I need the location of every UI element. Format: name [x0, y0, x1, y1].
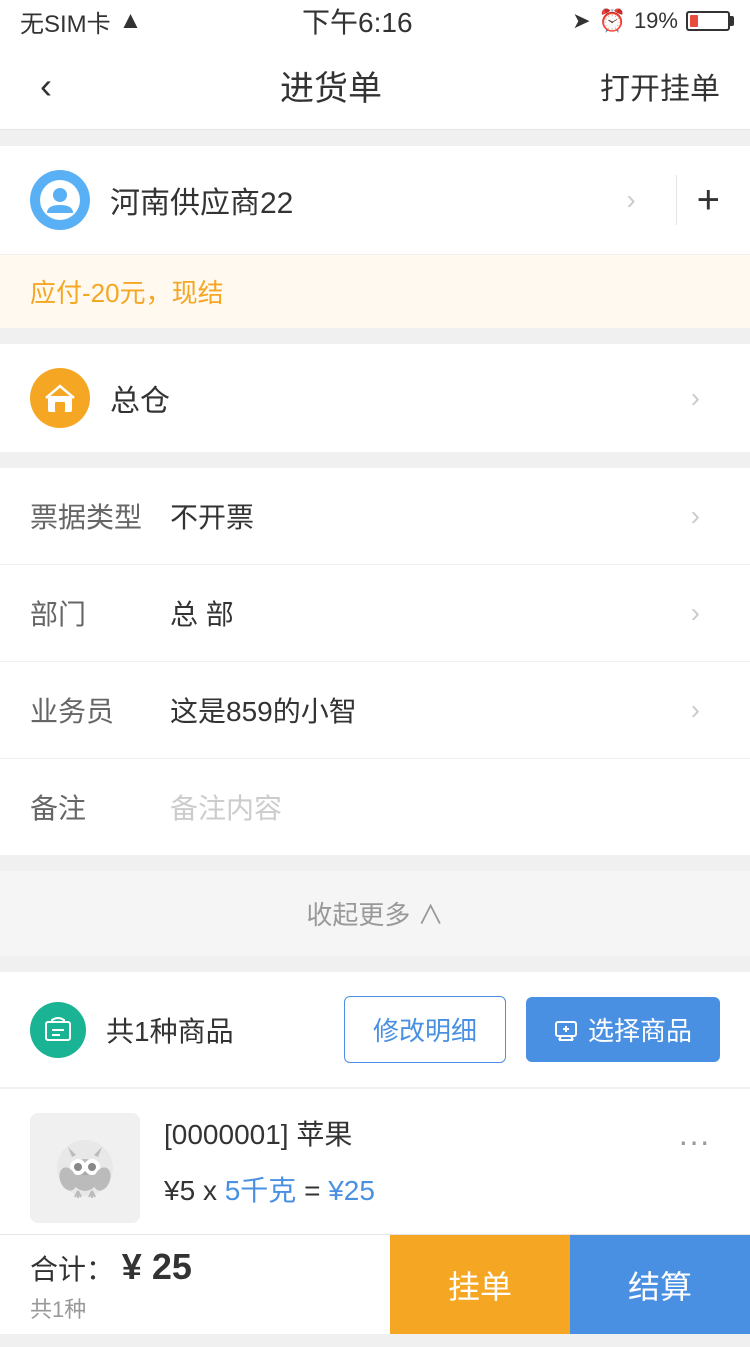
quantity: 5千克 [225, 1175, 297, 1206]
battery-text: 19% [634, 8, 678, 34]
checkout-label: 结算 [628, 1262, 692, 1308]
nav-bar: ‹ 进货单 打开挂单 [0, 42, 750, 130]
department-label: 部门 [30, 593, 170, 633]
warehouse-chevron-icon: › [691, 382, 700, 414]
warehouse-name: 总仓 [110, 376, 691, 420]
select-product-button[interactable]: 选择商品 [526, 997, 720, 1062]
total-sub-label: 共1种 [30, 1292, 360, 1324]
status-left: 无SIM卡 ▲ [20, 4, 142, 39]
invoice-label: 票据类型 [30, 496, 170, 536]
product-info: [0000001] 苹果 ¥5 x 5千克 = ¥25 [164, 1113, 644, 1209]
select-product-label: 选择商品 [588, 1011, 692, 1048]
open-hang-button[interactable]: 打开挂单 [600, 64, 720, 108]
unit-price: ¥5 [164, 1175, 195, 1206]
select-product-icon [554, 1018, 578, 1042]
department-row[interactable]: 部门 总 部 › [0, 565, 750, 662]
status-bar: 无SIM卡 ▲ 下午6:16 ➤ ⏰ 19% [0, 0, 750, 42]
hang-label: 挂单 [448, 1262, 512, 1308]
salesman-chevron-icon: › [691, 694, 700, 726]
more-options-button[interactable]: ··· [668, 1113, 720, 1170]
warehouse-icon [30, 368, 90, 428]
invoice-value: 不开票 [170, 496, 691, 536]
status-time: 下午6:16 [302, 1, 413, 41]
chevron-right-icon: › [626, 184, 635, 216]
remark-label: 备注 [30, 787, 170, 827]
product-item: [0000001] 苹果 ¥5 x 5千克 = ¥25 ··· [0, 1089, 750, 1247]
invoice-type-row[interactable]: 票据类型 不开票 › [0, 468, 750, 565]
carrier-text: 无SIM卡 [20, 4, 111, 39]
salesman-row[interactable]: 业务员 这是859的小智 › [0, 662, 750, 759]
product-price-line: ¥5 x 5千克 = ¥25 [164, 1169, 644, 1209]
product-title: 苹果 [296, 1119, 352, 1150]
collapse-label: 收起更多 ∧ [306, 900, 443, 930]
total-amount: ¥ 25 [122, 1246, 192, 1287]
product-thumbnail [30, 1113, 140, 1223]
status-right: ➤ ⏰ 19% [572, 8, 730, 34]
page-title: 进货单 [280, 61, 382, 110]
products-icon [30, 1002, 86, 1058]
battery-icon [686, 11, 730, 31]
back-button[interactable]: ‹ [30, 55, 62, 117]
products-header: 共1种商品 修改明细 选择商品 [0, 972, 750, 1087]
multiply-sign: x [203, 1175, 225, 1206]
equals-sign: = [304, 1175, 328, 1206]
supplier-name: 河南供应商22 [110, 178, 626, 222]
total-label: 合计： [30, 1254, 114, 1285]
alarm-icon: ⏰ [599, 8, 626, 34]
department-chevron-icon: › [691, 597, 700, 629]
salesman-label: 业务员 [30, 690, 170, 730]
department-value: 总 部 [170, 593, 691, 633]
notice-text: 应付-20元，现结 [30, 278, 224, 308]
notice-bar: 应付-20元，现结 [0, 255, 750, 328]
avatar-inner [40, 180, 80, 220]
bottom-bar: 合计： ¥ 25 共1种 挂单 结算 [0, 1234, 750, 1334]
product-count: 共1种商品 [106, 1010, 324, 1050]
edit-detail-button[interactable]: 修改明细 [344, 996, 506, 1063]
supplier-section: 河南供应商22 › + 应付-20元，现结 [0, 146, 750, 328]
wifi-icon: ▲ [119, 7, 143, 35]
total-area: 合计： ¥ 25 共1种 [0, 1235, 390, 1334]
owl-logo [50, 1133, 120, 1203]
supplier-row[interactable]: 河南供应商22 › + [0, 146, 750, 255]
product-code: [0000001] [164, 1119, 289, 1150]
location-icon: ➤ [572, 8, 590, 34]
collapse-bar[interactable]: 收起更多 ∧ [0, 871, 750, 956]
hang-button[interactable]: 挂单 [390, 1235, 570, 1334]
supplier-avatar [30, 170, 90, 230]
remark-input[interactable]: 备注内容 [170, 787, 720, 827]
form-section: 票据类型 不开票 › 部门 总 部 › 业务员 这是859的小智 › 备注 备注… [0, 468, 750, 855]
product-name: [0000001] 苹果 [164, 1113, 644, 1153]
remark-row[interactable]: 备注 备注内容 [0, 759, 750, 855]
checkout-button[interactable]: 结算 [570, 1235, 750, 1334]
line-total: ¥25 [328, 1175, 375, 1206]
salesman-value: 这是859的小智 [170, 690, 691, 730]
invoice-chevron-icon: › [691, 500, 700, 532]
warehouse-section[interactable]: 总仓 › [0, 344, 750, 452]
add-button[interactable]: + [697, 178, 720, 223]
total-line1: 合计： ¥ 25 [30, 1246, 360, 1288]
vertical-divider [676, 175, 677, 225]
